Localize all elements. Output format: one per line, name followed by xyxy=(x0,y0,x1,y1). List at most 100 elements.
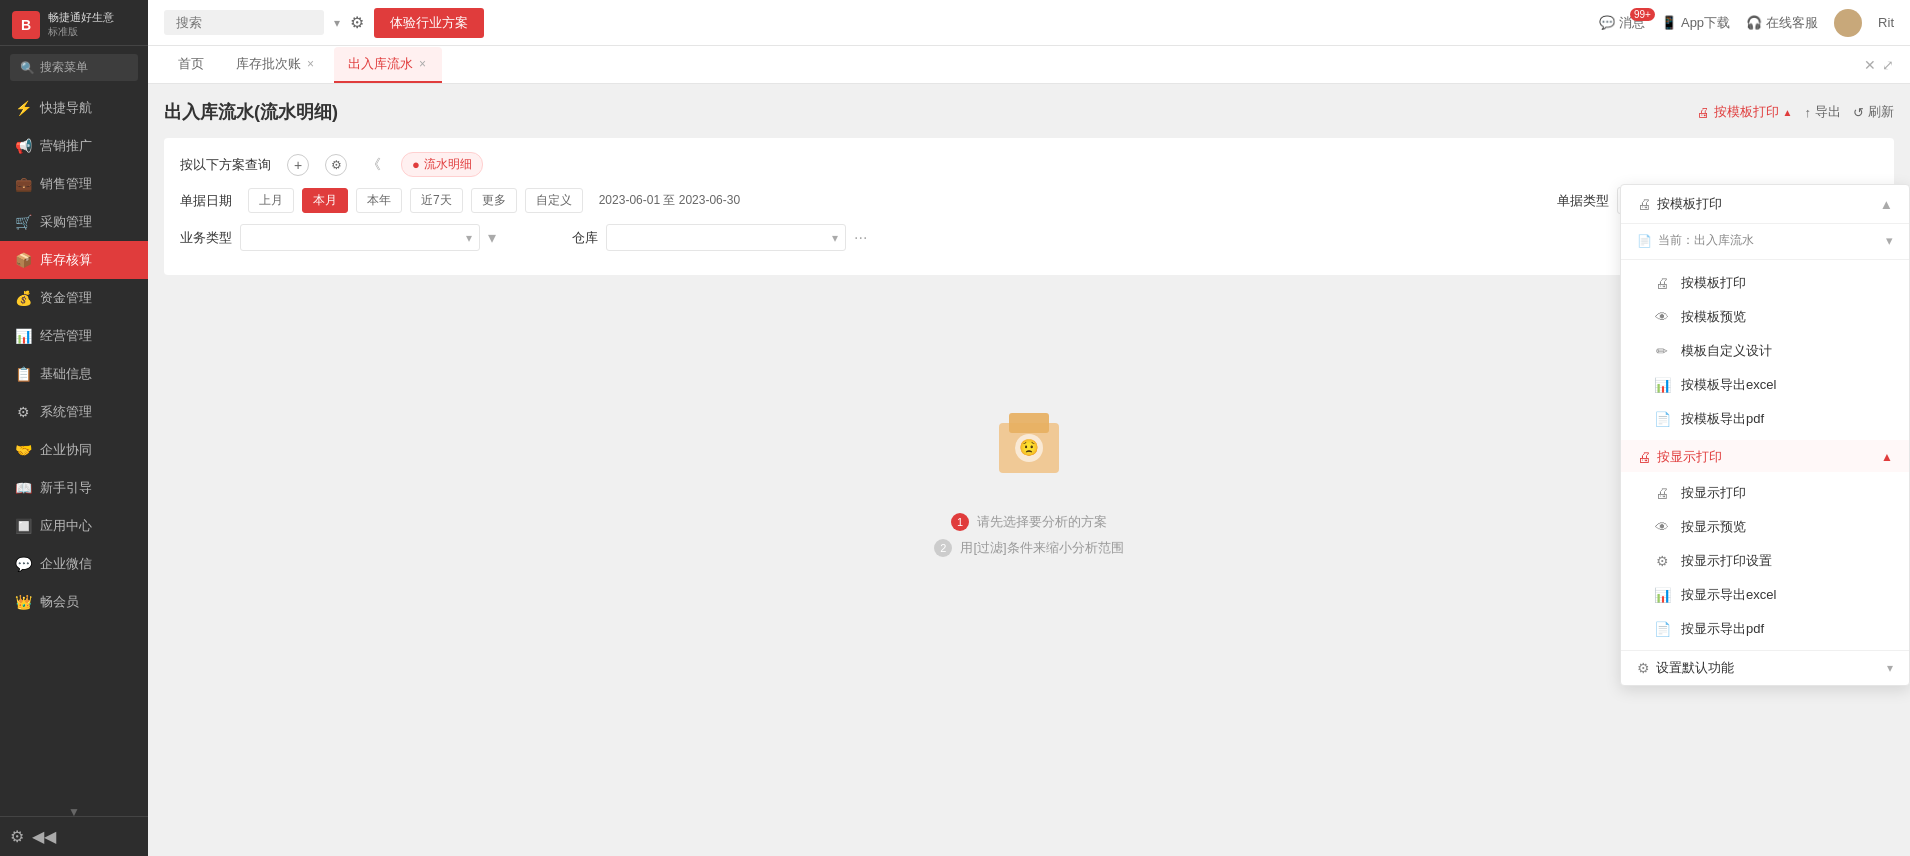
message-button[interactable]: 💬 消息 99+ xyxy=(1599,14,1645,32)
tab-flow[interactable]: 出入库流水 × xyxy=(334,47,442,83)
app-name: 畅捷通好生意 标准版 xyxy=(48,10,114,39)
print-item-display-print[interactable]: 🖨 按显示打印 xyxy=(1621,476,1909,510)
print-dropdown-collapse-button[interactable]: ▲ xyxy=(1880,197,1893,212)
basic-icon: 📋 xyxy=(14,366,32,382)
warehouse-more-button[interactable]: ··· xyxy=(854,229,867,247)
biz-type-select[interactable] xyxy=(240,224,480,251)
tab-flow-close[interactable]: × xyxy=(417,57,428,71)
logo-icon: B xyxy=(12,11,40,39)
svg-rect-1 xyxy=(1009,413,1049,433)
wechat-icon: 💬 xyxy=(14,556,32,572)
date-last-month[interactable]: 上月 xyxy=(248,188,294,213)
refresh-button[interactable]: ↺ 刷新 xyxy=(1853,103,1894,121)
display-items-section: 🖨 按显示打印 👁 按显示预览 ⚙ 按显示打印设置 📊 按显示导出excel 📄 xyxy=(1621,472,1909,650)
app-download-button[interactable]: 📱 App下载 xyxy=(1661,14,1730,32)
filter-collapse-button[interactable]: 《 xyxy=(363,154,385,176)
sidebar-item-wechat[interactable]: 💬 企业微信 xyxy=(0,545,148,583)
tab-batch-account-close[interactable]: × xyxy=(305,57,316,71)
purchase-icon: 🛒 xyxy=(14,214,32,230)
sidebar-item-basic[interactable]: 📋 基础信息 xyxy=(0,355,148,393)
sidebar-item-finance[interactable]: 💰 资金管理 xyxy=(0,279,148,317)
display-print-icon: 🖨 xyxy=(1637,449,1651,465)
print-item-template-print[interactable]: 🖨 按模板打印 xyxy=(1621,266,1909,300)
user-avatar[interactable] xyxy=(1834,9,1862,37)
export-icon: ↑ xyxy=(1805,105,1812,120)
print-item-display-settings[interactable]: ⚙ 按显示打印设置 xyxy=(1621,544,1909,578)
date-this-month[interactable]: 本月 xyxy=(302,188,348,213)
print-item-display-pdf[interactable]: 📄 按显示导出pdf xyxy=(1621,612,1909,646)
export-button[interactable]: ↑ 导出 xyxy=(1805,103,1842,121)
template-preview-icon: 👁 xyxy=(1653,309,1671,325)
display-section-header[interactable]: 🖨 按显示打印 ▲ xyxy=(1621,440,1909,472)
search-input[interactable] xyxy=(164,10,324,35)
sidebar-item-sales[interactable]: 💼 销售管理 xyxy=(0,165,148,203)
print-dropdown-header: 🖨 按模板打印 ▲ xyxy=(1621,185,1909,224)
message-badge: 99+ xyxy=(1630,8,1655,21)
operations-icon: 📊 xyxy=(14,328,32,344)
print-item-template-pdf[interactable]: 📄 按模板导出pdf xyxy=(1621,402,1909,436)
inventory-icon: 📦 xyxy=(14,252,32,268)
settings-button[interactable]: ⚙ xyxy=(350,13,364,32)
topbar: ▾ ⚙ 体验行业方案 💬 消息 99+ 📱 App下载 🎧 在线客服 Rit xyxy=(148,0,1910,46)
page-title: 出入库流水(流水明细) xyxy=(164,100,338,124)
display-section-arrow[interactable]: ▲ xyxy=(1881,450,1893,464)
print-item-template-excel[interactable]: 📊 按模板导出excel xyxy=(1621,368,1909,402)
date-more[interactable]: 更多 xyxy=(471,188,517,213)
warehouse-select-wrapper xyxy=(606,224,846,251)
tab-home[interactable]: 首页 xyxy=(164,47,218,83)
biz-type-more-button[interactable]: ▾ xyxy=(488,228,496,247)
date-label: 单据日期 xyxy=(180,192,232,210)
filter-tag[interactable]: ● 流水明细 xyxy=(401,152,483,177)
template-current-arrow[interactable]: ▾ xyxy=(1886,233,1893,248)
template-current-section[interactable]: 📄 当前：出入库流水 ▾ xyxy=(1621,224,1909,257)
sidebar-item-inventory[interactable]: 📦 库存核算 xyxy=(0,241,148,279)
template-print-icon: 🖨 xyxy=(1653,275,1671,291)
sidebar-item-enterprise[interactable]: 🤝 企业协同 xyxy=(0,431,148,469)
print-item-display-preview[interactable]: 👁 按显示预览 xyxy=(1621,510,1909,544)
empty-step-2: 2 用[过滤]条件来缩小分析范围 xyxy=(934,539,1123,557)
date-last-7-days[interactable]: 近7天 xyxy=(410,188,463,213)
search-menu-button[interactable]: 🔍 搜索菜单 xyxy=(10,54,138,81)
sidebar-item-marketing[interactable]: 📢 营销推广 xyxy=(0,127,148,165)
search-dropdown-button[interactable]: ▾ xyxy=(334,16,340,30)
close-window-button[interactable]: ✕ xyxy=(1864,57,1876,73)
main-area: ▾ ⚙ 体验行业方案 💬 消息 99+ 📱 App下载 🎧 在线客服 Rit 首… xyxy=(148,0,1910,856)
sidebar-item-guide[interactable]: 📖 新手引导 xyxy=(0,469,148,507)
content-area: 出入库流水(流水明细) 🖨 按模板打印 ▲ ↑ 导出 ↺ 刷新 xyxy=(148,84,1910,856)
print-template-button[interactable]: 🖨 按模板打印 ▲ xyxy=(1697,103,1793,121)
print-item-template-design[interactable]: ✏ 模板自定义设计 xyxy=(1621,334,1909,368)
date-custom[interactable]: 自定义 xyxy=(525,188,583,213)
filter-settings-button[interactable]: ⚙ xyxy=(325,154,347,176)
collapse-sidebar-button[interactable]: ◀◀ xyxy=(32,827,56,846)
tab-batch-account[interactable]: 库存批次账 × xyxy=(222,47,330,83)
message-icon: 💬 xyxy=(1599,15,1615,30)
maximize-window-button[interactable]: ⤢ xyxy=(1882,57,1894,73)
date-this-year[interactable]: 本年 xyxy=(356,188,402,213)
print-item-display-excel[interactable]: 📊 按显示导出excel xyxy=(1621,578,1909,612)
template-icon: 📄 xyxy=(1637,234,1652,248)
system-icon: ⚙ xyxy=(14,404,32,420)
app-logo: B 畅捷通好生意 标准版 xyxy=(0,0,148,46)
warehouse-select[interactable] xyxy=(606,224,846,251)
sidebar: B 畅捷通好生意 标准版 🔍 搜索菜单 ⚡ 快捷导航 📢 营销推广 💼 销售管理… xyxy=(0,0,148,856)
sidebar-item-shortcut[interactable]: ⚡ 快捷导航 xyxy=(0,89,148,127)
filter-add-button[interactable]: + xyxy=(287,154,309,176)
sidebar-item-operations[interactable]: 📊 经营管理 xyxy=(0,317,148,355)
marketing-icon: 📢 xyxy=(14,138,32,154)
online-service-button[interactable]: 🎧 在线客服 xyxy=(1746,14,1818,32)
member-icon: 👑 xyxy=(14,594,32,610)
sidebar-scroll-down[interactable]: ▼ xyxy=(0,808,148,816)
industry-button[interactable]: 体验行业方案 xyxy=(374,8,484,38)
sidebar-item-system[interactable]: ⚙ 系统管理 xyxy=(0,393,148,431)
set-default-section[interactable]: ⚙ 设置默认功能 ▾ xyxy=(1621,650,1909,685)
print-item-template-preview[interactable]: 👁 按模板预览 xyxy=(1621,300,1909,334)
sidebar-item-purchase[interactable]: 🛒 采购管理 xyxy=(0,203,148,241)
print-dropdown-panel: 🖨 按模板打印 ▲ 📄 当前：出入库流水 ▾ 🖨 按模板打印 xyxy=(1620,184,1910,686)
sidebar-item-member[interactable]: 👑 畅会员 xyxy=(0,583,148,621)
empty-icon: 😟 xyxy=(979,393,1079,493)
settings-bottom-button[interactable]: ⚙ xyxy=(10,827,24,846)
sidebar-item-apps[interactable]: 🔲 应用中心 xyxy=(0,507,148,545)
svg-text:😟: 😟 xyxy=(1019,438,1039,457)
username-label[interactable]: Rit xyxy=(1878,15,1894,30)
chevron-up-icon: ▲ xyxy=(1783,107,1793,118)
